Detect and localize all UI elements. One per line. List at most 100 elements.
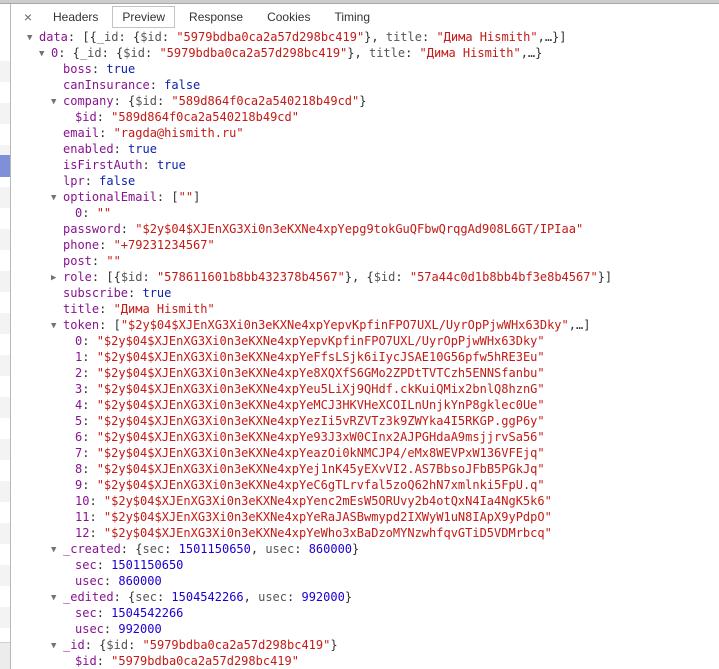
json-token-p: :	[96, 606, 112, 620]
json-token-s: "$2y$04$XJEnXG3Xi0n3eKXNe4xpYe93J3xW0CIn…	[96, 430, 545, 444]
json-token-s: "$2y$04$XJEnXG3Xi0n3eKXNe4xpYepvKpfinFPO…	[96, 334, 545, 348]
json-token-s: "$2y$04$XJEnXG3Xi0n3eKXNe4xpYeC6gTLrvfal…	[96, 478, 545, 492]
close-icon[interactable]: ×	[15, 9, 41, 25]
json-token-s: "$2y$04$XJEnXG3Xi0n3eKXNe4xpYezIi5vRZVTz…	[96, 414, 545, 428]
json-row[interactable]: ▼ _edited: {sec: 1504542266, usec: 992000…	[11, 589, 719, 605]
json-row: usec: 992000	[11, 621, 719, 637]
json-token-p: : {	[101, 46, 124, 60]
tab-cookies[interactable]: Cookies	[257, 6, 320, 28]
json-token-n: 1504542266	[171, 590, 244, 604]
json-token-p: : {	[113, 94, 136, 108]
json-token-k: boss	[63, 62, 92, 76]
selected-request-row[interactable]	[0, 155, 10, 177]
network-request-list-rail[interactable]	[0, 4, 11, 669]
json-token-k: $id	[75, 110, 97, 124]
json-token-p: :	[89, 526, 104, 540]
collapse-arrow-icon[interactable]: ▼	[51, 94, 63, 110]
json-row: $id: "589d864f0ca2a540218b49cd"	[11, 109, 719, 125]
json-row[interactable]: ▼ _id: {$id: "5979bdba0ca2a57d298bc419"}	[11, 637, 719, 653]
json-token-p: :	[103, 574, 119, 588]
collapse-arrow-icon[interactable]: ▼	[51, 638, 63, 654]
json-token-k: sec	[75, 606, 97, 620]
json-row: post: ""	[11, 253, 719, 269]
json-token-s: ""	[96, 206, 112, 220]
json-row[interactable]: ▼ company: {$id: "589d864f0ca2a540218b49c…	[11, 93, 719, 109]
network-detail-tabbar: × Headers Preview Response Cookies Timin…	[11, 4, 719, 30]
json-token-k: subscribe	[63, 286, 129, 300]
json-row[interactable]: ▼ 0: {_id: {$id: "5979bdba0ca2a57d298bc41…	[11, 45, 719, 61]
json-row: isFirstAuth: true	[11, 157, 719, 173]
json-token-p: :	[149, 78, 165, 92]
json-token-p: :	[128, 286, 143, 300]
json-token-p: :	[164, 542, 179, 556]
json-tree: ▼ data: [{_id: {$id: "5979bdba0ca2a57d298…	[11, 30, 719, 669]
json-token-n: 992000	[118, 622, 162, 636]
json-token-b: false	[164, 78, 201, 92]
json-row: sec: 1501150650	[11, 557, 719, 573]
json-token-p: :	[113, 142, 129, 156]
collapse-arrow-icon[interactable]: ▼	[51, 590, 63, 606]
collapse-arrow-icon[interactable]: ▼	[27, 30, 39, 46]
json-row[interactable]: ▼ data: [{_id: {$id: "5979bdba0ca2a57d298…	[11, 30, 719, 45]
json-token-p: }]	[597, 270, 613, 284]
json-token-n: 1501150650	[178, 542, 251, 556]
expand-arrow-icon[interactable]: ▶	[51, 270, 63, 286]
json-token-k: enabled	[63, 142, 114, 156]
json-row: 6: "$2y$04$XJEnXG3Xi0n3eKXNe4xpYe93J3xW0…	[11, 429, 719, 445]
json-token-p: :	[89, 494, 104, 508]
json-token-p: :	[144, 46, 160, 60]
json-row[interactable]: ▼ _created: {sec: 1501150650, usec: 86000…	[11, 541, 719, 557]
json-token-p: :	[82, 366, 97, 380]
json-token-k: role	[63, 270, 92, 284]
json-token-p: :	[82, 462, 97, 476]
json-token-p: }	[344, 590, 353, 604]
json-row: 5: "$2y$04$XJEnXG3Xi0n3eKXNe4xpYezIi5vRZ…	[11, 413, 719, 429]
json-token-s: "Дима Hismith"	[436, 30, 538, 44]
json-row: usec: 860000	[11, 573, 719, 589]
json-row: 2: "$2y$04$XJEnXG3Xi0n3eKXNe4xpYe8XQXfS6…	[11, 365, 719, 381]
json-token-p: },	[347, 46, 369, 60]
json-token-s: "589d864f0ca2a540218b49cd"	[171, 94, 360, 108]
json-token-k: email	[63, 126, 100, 140]
json-token-p: : {	[58, 46, 80, 60]
json-token-p: : {	[113, 590, 136, 604]
json-row: boss: true	[11, 61, 719, 77]
collapse-arrow-icon[interactable]: ▼	[51, 318, 63, 334]
json-row[interactable]: ▼ optionalEmail: [""]	[11, 189, 719, 205]
json-token-p: :	[161, 30, 177, 44]
json-row: 7: "$2y$04$XJEnXG3Xi0n3eKXNe4xpYeazOi0kN…	[11, 445, 719, 461]
request-row-stripes	[0, 40, 10, 641]
json-token-p: : [	[99, 318, 121, 332]
collapse-arrow-icon[interactable]: ▼	[51, 190, 63, 206]
json-token-p: ]	[193, 190, 201, 204]
json-row: sec: 1504542266	[11, 605, 719, 621]
json-token-s: "$2y$04$XJEnXG3Xi0n3eKXNe4xpYej1nK45yEXv…	[96, 462, 545, 476]
collapse-arrow-icon[interactable]: ▼	[51, 542, 63, 558]
json-token-pk: _id	[79, 46, 102, 60]
json-row[interactable]: ▶ role: [{$id: "578611601b8bb432378b4567"…	[11, 269, 719, 285]
json-row: 3: "$2y$04$XJEnXG3Xi0n3eKXNe4xpYeu5LiXj9…	[11, 381, 719, 397]
json-token-s: "589d864f0ca2a540218b49cd"	[111, 110, 299, 124]
json-row: subscribe: true	[11, 285, 719, 301]
tab-response[interactable]: Response	[179, 6, 253, 28]
json-token-k: $id	[75, 654, 97, 668]
tab-timing[interactable]: Timing	[324, 6, 380, 28]
json-token-k: _created	[63, 542, 121, 556]
json-token-s: ""	[106, 254, 121, 268]
json-token-s: "$2y$04$XJEnXG3Xi0n3eKXNe4xpYepg9tokGuQF…	[135, 222, 584, 236]
json-token-p: : {	[84, 638, 107, 652]
json-token-p: }	[359, 94, 367, 108]
tab-headers[interactable]: Headers	[43, 6, 108, 28]
json-token-p: :	[99, 238, 114, 252]
json-token-pk: title	[368, 46, 406, 60]
json-token-p: :	[84, 174, 100, 188]
tab-preview[interactable]: Preview	[112, 6, 176, 28]
json-row: phone: "+79231234567"	[11, 237, 719, 253]
json-token-n: 860000	[308, 542, 353, 556]
json-token-k: canInsurance	[63, 78, 150, 92]
collapse-arrow-icon[interactable]: ▼	[39, 46, 51, 62]
json-token-k: 10	[75, 494, 90, 508]
json-token-s: "Дима Hismith"	[113, 302, 215, 316]
json-row[interactable]: ▼ token: ["$2y$04$XJEnXG3Xi0n3eKXNe4xpYep…	[11, 317, 719, 333]
json-token-p: :	[96, 558, 112, 572]
